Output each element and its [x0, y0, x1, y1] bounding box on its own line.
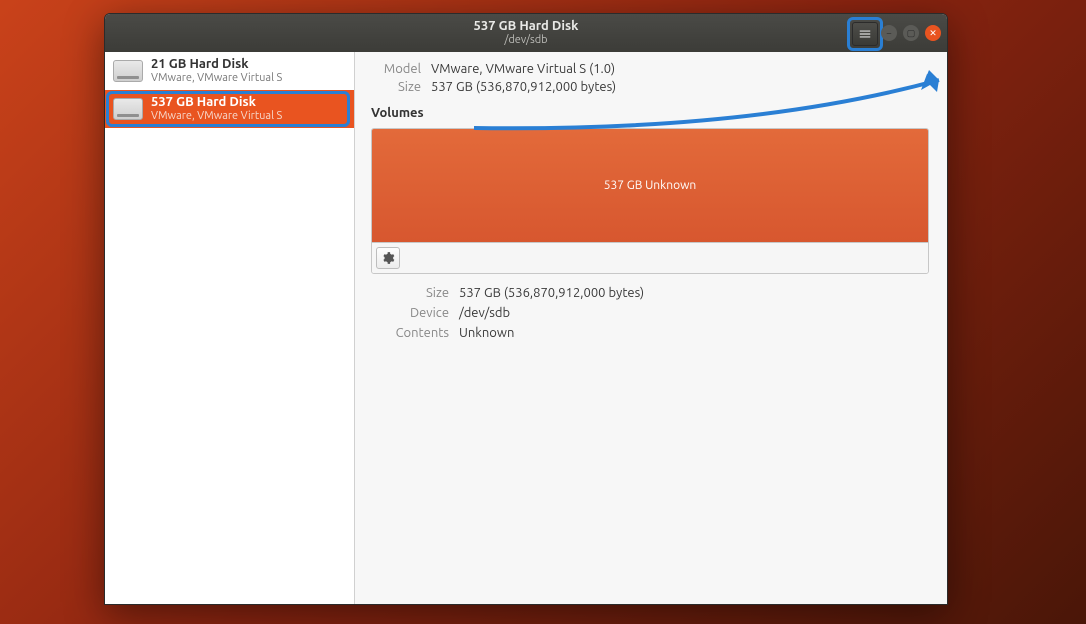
- size-value: 537 GB (536,870,912,000 bytes): [431, 80, 929, 94]
- volumes-heading: Volumes: [371, 106, 929, 120]
- minimize-button[interactable]: –: [881, 25, 897, 41]
- vol-size-value: 537 GB (536,870,912,000 bytes): [459, 286, 929, 300]
- drive-menu-button[interactable]: [852, 22, 878, 46]
- vol-size-label: Size: [375, 286, 449, 300]
- vol-contents-value: Unknown: [459, 326, 929, 340]
- window-title: 537 GB Hard Disk: [474, 19, 579, 34]
- vol-device-label: Device: [375, 306, 449, 320]
- volumes-box: 537 GB Unknown: [371, 128, 929, 274]
- volume-details: Size 537 GB (536,870,912,000 bytes) Devi…: [371, 286, 929, 340]
- disk-title: 21 GB Hard Disk: [151, 57, 282, 71]
- window-subtitle: /dev/sdb: [504, 34, 547, 47]
- window-body: 21 GB Hard Disk VMware, VMware Virtual S…: [105, 52, 947, 604]
- sidebar-disk-1[interactable]: 537 GB Hard Disk VMware, VMware Virtual …: [105, 90, 354, 128]
- vol-device-value: /dev/sdb: [459, 306, 929, 320]
- partition-block[interactable]: 537 GB Unknown: [372, 129, 928, 243]
- model-label: Model: [371, 62, 421, 76]
- main-panel: Model VMware, VMware Virtual S (1.0) Siz…: [355, 52, 947, 604]
- close-button[interactable]: ✕: [925, 25, 941, 41]
- sidebar-disk-0[interactable]: 21 GB Hard Disk VMware, VMware Virtual S: [105, 52, 354, 90]
- partition-options-button[interactable]: [376, 247, 400, 269]
- harddisk-icon: [113, 98, 143, 120]
- model-value: VMware, VMware Virtual S (1.0): [431, 62, 929, 76]
- vol-contents-label: Contents: [375, 326, 449, 340]
- gear-icon: [381, 251, 395, 265]
- disk-title: 537 GB Hard Disk: [151, 95, 282, 109]
- disk-subtitle: VMware, VMware Virtual S: [151, 71, 282, 85]
- harddisk-icon: [113, 60, 143, 82]
- partition-toolbar: [372, 243, 928, 273]
- disk-labels: 21 GB Hard Disk VMware, VMware Virtual S: [151, 57, 282, 85]
- disk-subtitle: VMware, VMware Virtual S: [151, 109, 282, 123]
- partition-label: 537 GB Unknown: [604, 179, 697, 192]
- hamburger-icon: [858, 27, 872, 41]
- annotation-highlight-menu: [847, 17, 883, 51]
- window-controls: – ▢ ✕: [881, 25, 941, 41]
- maximize-button[interactable]: ▢: [903, 25, 919, 41]
- titlebar: 537 GB Hard Disk /dev/sdb – ▢ ✕: [105, 14, 947, 52]
- disk-labels: 537 GB Hard Disk VMware, VMware Virtual …: [151, 95, 282, 123]
- drive-info: Model VMware, VMware Virtual S (1.0) Siz…: [371, 62, 929, 94]
- size-label: Size: [371, 80, 421, 94]
- disk-sidebar: 21 GB Hard Disk VMware, VMware Virtual S…: [105, 52, 355, 604]
- disks-window: 537 GB Hard Disk /dev/sdb – ▢ ✕ 21 GB Ha…: [104, 13, 948, 605]
